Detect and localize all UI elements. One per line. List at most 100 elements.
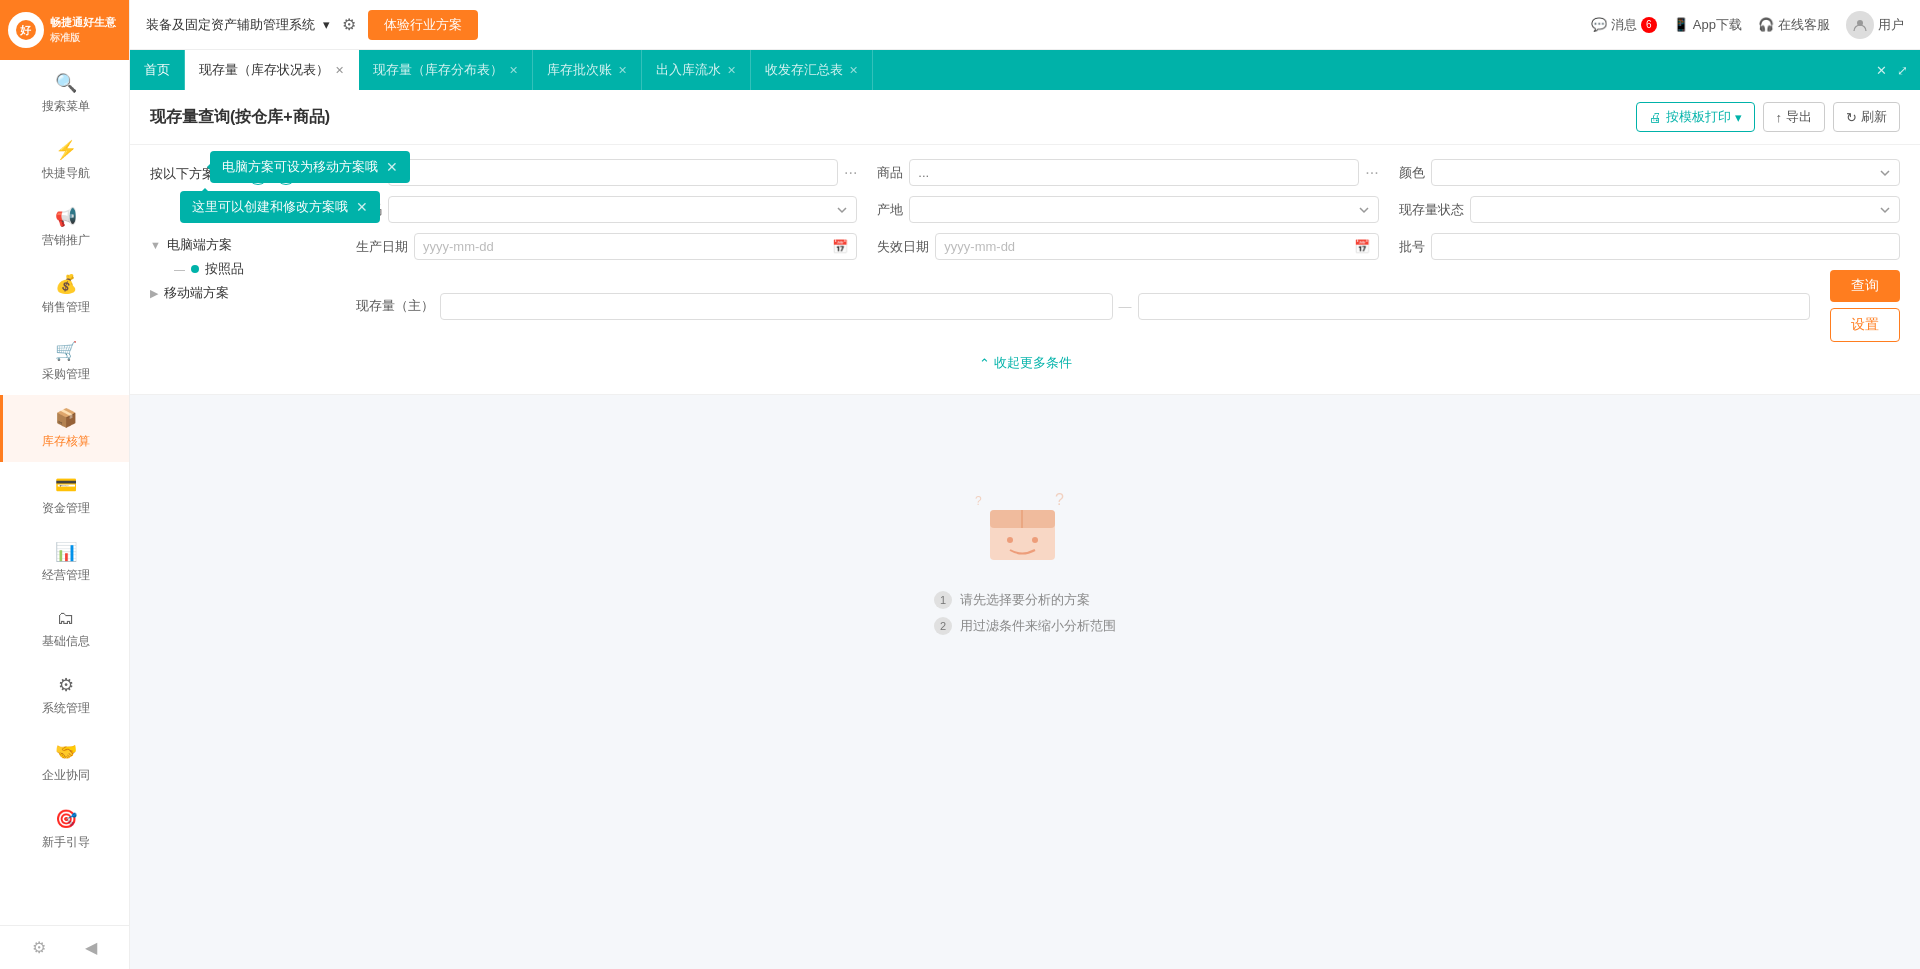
online-support-item[interactable]: 🎧 在线客服 bbox=[1758, 16, 1830, 34]
sidebar-item-enterprise[interactable]: 🤝 企业协同 bbox=[0, 729, 129, 796]
message-item[interactable]: 💬 消息 6 bbox=[1591, 16, 1657, 34]
tabbar-actions: ✕ ⤢ bbox=[1864, 50, 1920, 90]
sidebar-item-label: 采购管理 bbox=[42, 366, 90, 383]
sidebar-item-search[interactable]: 🔍 搜索菜单 bbox=[0, 60, 129, 127]
export-button[interactable]: ↑ 导出 bbox=[1763, 102, 1826, 132]
sidebar-item-label: 资金管理 bbox=[42, 500, 90, 517]
message-label: 消息 bbox=[1611, 16, 1637, 34]
collapse-filter-btn[interactable]: ⌃ 收起更多条件 bbox=[150, 346, 1900, 380]
goods-field: 商品 ··· bbox=[877, 159, 1378, 186]
batch-input[interactable] bbox=[1431, 233, 1900, 260]
tab-close-icon[interactable]: ✕ bbox=[335, 64, 344, 77]
origin-select[interactable] bbox=[909, 196, 1378, 223]
production-date-placeholder: yyyy-mm-dd bbox=[423, 239, 494, 254]
reset-button[interactable]: 设置 bbox=[1830, 308, 1900, 342]
tab-close-icon[interactable]: ✕ bbox=[509, 64, 518, 77]
online-support-label: 在线客服 bbox=[1778, 16, 1830, 34]
sidebar-item-label: 销售管理 bbox=[42, 299, 90, 316]
sidebar-item-business[interactable]: 📊 经营管理 bbox=[0, 529, 129, 596]
collapse-sidebar-btn[interactable]: ◀ bbox=[85, 938, 97, 957]
close-all-tabs-icon[interactable]: ✕ bbox=[1876, 63, 1887, 78]
stock-status-select[interactable] bbox=[1470, 196, 1900, 223]
expiry-date-input[interactable]: yyyy-mm-dd 📅 bbox=[935, 233, 1378, 260]
tab-inout-flow[interactable]: 出入库流水 ✕ bbox=[642, 50, 751, 90]
chevron-up-icon: ⌃ bbox=[979, 356, 990, 371]
sidebar-item-marketing[interactable]: 📢 营销推广 bbox=[0, 194, 129, 261]
batch-label: 批号 bbox=[1399, 238, 1425, 256]
popup1-close-btn[interactable]: ✕ bbox=[386, 159, 398, 175]
tabbar: 首页 现存量（库存状况表） ✕ 现存量（库存分布表） ✕ 库存批次账 ✕ 出入库… bbox=[130, 50, 1920, 90]
sidebar-item-finance[interactable]: 💳 资金管理 bbox=[0, 462, 129, 529]
tab-inventory-status[interactable]: 现存量（库存状况表） ✕ bbox=[185, 50, 359, 90]
stock-status-field: 现存量状态 bbox=[1399, 196, 1900, 223]
tab-batch-ledger-label: 库存批次账 bbox=[547, 61, 612, 79]
popup2-close-btn[interactable]: ✕ bbox=[356, 199, 368, 215]
page-header: 现存量查询(按仓库+商品) 🖨 按模板打印 ▾ ↑ 导出 ↻ 刷新 bbox=[130, 90, 1920, 145]
refresh-button[interactable]: ↻ 刷新 bbox=[1833, 102, 1900, 132]
expiry-date-field: 失效日期 yyyy-mm-dd 📅 bbox=[877, 233, 1378, 260]
scheme-popup-1: 电脑方案可设为移动方案哦 ✕ bbox=[210, 151, 410, 183]
stock-main-label: 现存量（主） bbox=[356, 297, 434, 315]
goods-input[interactable] bbox=[909, 159, 1359, 186]
tab-close-icon[interactable]: ✕ bbox=[849, 64, 858, 77]
filter-row-2: 尺码 产地 现存量状态 bbox=[356, 196, 1900, 223]
sidebar-item-inventory[interactable]: 📦 库存核算 bbox=[0, 395, 129, 462]
tab-batch-ledger[interactable]: 库存批次账 ✕ bbox=[533, 50, 642, 90]
stock-main-to-input[interactable] bbox=[1138, 293, 1811, 320]
svg-point-6 bbox=[1007, 537, 1013, 543]
size-select[interactable] bbox=[388, 196, 857, 223]
scheme-item-pc[interactable]: — 按照品 bbox=[174, 257, 340, 281]
production-date-input[interactable]: yyyy-mm-dd 📅 bbox=[414, 233, 857, 260]
color-label: 颜色 bbox=[1399, 164, 1425, 182]
collapse-label: 收起更多条件 bbox=[994, 354, 1072, 372]
trial-button[interactable]: 体验行业方案 bbox=[368, 10, 478, 40]
sidebar-item-label: 经营管理 bbox=[42, 567, 90, 584]
scheme-mobile-group[interactable]: ▶ 移动端方案 bbox=[150, 281, 340, 305]
tab-inventory-status-label: 现存量（库存状况表） bbox=[199, 61, 329, 79]
logo-text: 畅捷通好生意 bbox=[50, 15, 116, 30]
stock-main-field: 现存量（主） — bbox=[356, 293, 1810, 320]
query-button[interactable]: 查询 bbox=[1830, 270, 1900, 302]
empty-tip-1: 1 请先选择要分析的方案 bbox=[934, 591, 1116, 609]
app-download-label: App下载 bbox=[1693, 16, 1742, 34]
tab-close-icon[interactable]: ✕ bbox=[727, 64, 736, 77]
color-field: 颜色 bbox=[1399, 159, 1900, 186]
purchase-icon: 🛒 bbox=[55, 340, 77, 362]
tab-home[interactable]: 首页 bbox=[130, 50, 185, 90]
sidebar-item-sales[interactable]: 💰 销售管理 bbox=[0, 261, 129, 328]
sidebar-item-guide[interactable]: 🎯 新手引导 bbox=[0, 796, 129, 863]
color-select[interactable] bbox=[1431, 159, 1900, 186]
app-download-item[interactable]: 📱 App下载 bbox=[1673, 16, 1742, 34]
warehouse-more-icon[interactable]: ··· bbox=[844, 164, 857, 182]
tip-num-2: 2 bbox=[934, 617, 952, 635]
sidebar-item-purchase[interactable]: 🛒 采购管理 bbox=[0, 328, 129, 395]
settings-gear-icon[interactable]: ⚙ bbox=[342, 15, 356, 34]
template-print-button[interactable]: 🖨 按模板打印 ▾ bbox=[1636, 102, 1755, 132]
production-date-field: 生产日期 yyyy-mm-dd 📅 bbox=[356, 233, 857, 260]
base-icon: 🗂 bbox=[57, 608, 75, 629]
sidebar-item-label: 企业协同 bbox=[42, 767, 90, 784]
goods-more-icon[interactable]: ··· bbox=[1365, 164, 1378, 182]
tab-inventory-dist[interactable]: 现存量（库存分布表） ✕ bbox=[359, 50, 533, 90]
stock-main-from-input[interactable] bbox=[440, 293, 1113, 320]
export-icon: ↑ bbox=[1776, 110, 1783, 125]
sales-icon: 💰 bbox=[55, 273, 77, 295]
scheme-tree: ▼ 电脑端方案 — 按照品 ▶ bbox=[150, 233, 340, 305]
system-selector[interactable]: 装备及固定资产辅助管理系统 ▾ bbox=[146, 16, 330, 34]
expand-tab-icon[interactable]: ⤢ bbox=[1897, 63, 1908, 78]
dropdown-icon: ▾ bbox=[323, 17, 330, 32]
scheme-pc-group[interactable]: ▼ 电脑端方案 bbox=[150, 233, 340, 257]
sidebar-item-base[interactable]: 🗂 基础信息 bbox=[0, 596, 129, 662]
topbar-right: 💬 消息 6 📱 App下载 🎧 在线客服 用户 bbox=[1591, 11, 1904, 39]
tab-close-icon[interactable]: ✕ bbox=[618, 64, 627, 77]
tab-collect-summary[interactable]: 收发存汇总表 ✕ bbox=[751, 50, 873, 90]
warehouse-input[interactable] bbox=[388, 159, 838, 186]
sidebar-logo: 好 畅捷通好生意 标准版 bbox=[0, 0, 129, 60]
sidebar-item-quick[interactable]: ⚡ 快捷导航 bbox=[0, 127, 129, 194]
phone-icon: 📱 bbox=[1673, 17, 1689, 32]
indent-icon: — bbox=[174, 263, 185, 275]
user-item[interactable]: 用户 bbox=[1846, 11, 1904, 39]
sidebar-item-system[interactable]: ⚙ 系统管理 bbox=[0, 662, 129, 729]
settings-footer-btn[interactable]: ⚙ bbox=[32, 938, 46, 957]
tip-text-1: 请先选择要分析的方案 bbox=[960, 591, 1090, 609]
